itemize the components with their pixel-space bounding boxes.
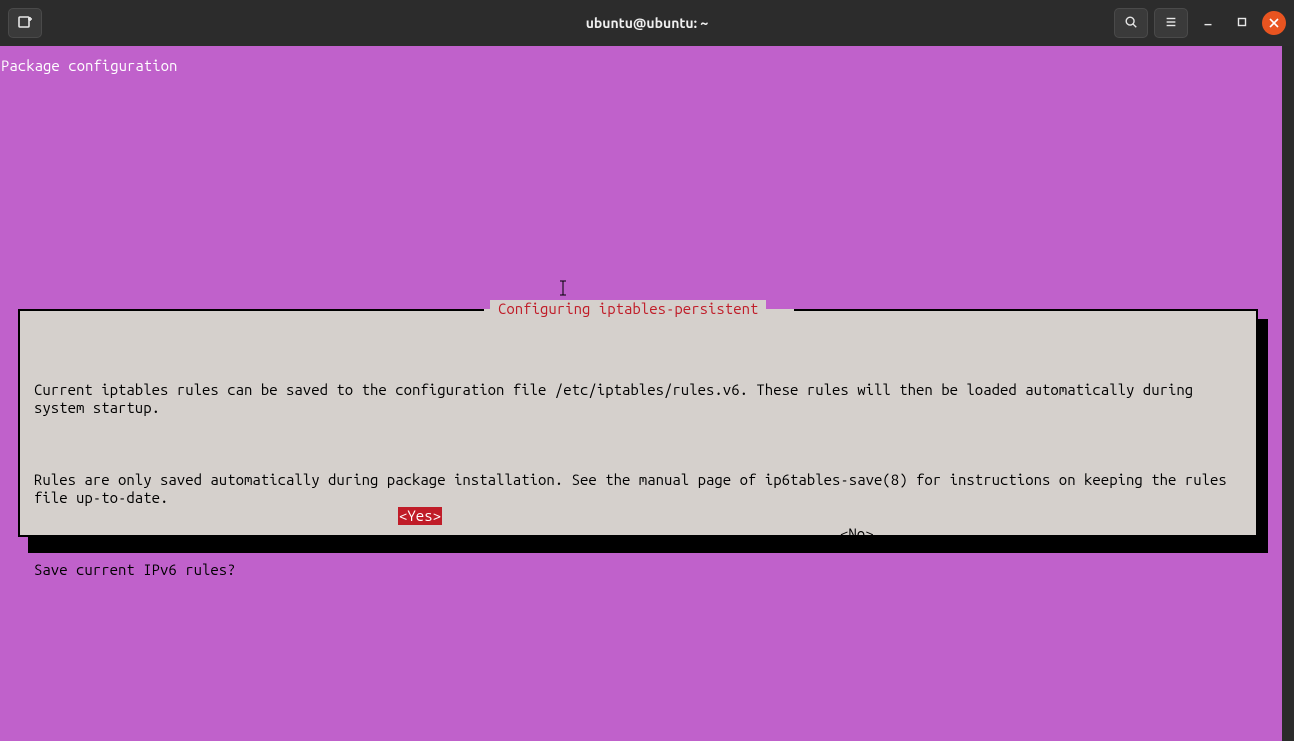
close-icon bbox=[1269, 15, 1279, 31]
terminal-viewport[interactable]: Package configuration Configuring iptabl… bbox=[0, 46, 1294, 741]
maximize-icon bbox=[1235, 15, 1249, 32]
search-button[interactable] bbox=[1114, 8, 1148, 38]
menu-button[interactable] bbox=[1154, 8, 1188, 38]
dialog-title: Configuring iptables-persistent bbox=[490, 300, 766, 318]
yes-button[interactable]: <Yes> bbox=[398, 507, 442, 525]
new-tab-icon bbox=[17, 14, 33, 33]
new-tab-button[interactable] bbox=[8, 8, 42, 38]
dialog-paragraph-1: Current iptables rules can be saved to t… bbox=[34, 381, 1242, 417]
search-icon bbox=[1124, 15, 1138, 32]
maximize-button[interactable] bbox=[1228, 9, 1256, 37]
close-button[interactable] bbox=[1262, 11, 1286, 35]
titlebar: ubuntu@ubuntu: ~ bbox=[0, 0, 1294, 46]
hamburger-icon bbox=[1164, 15, 1178, 32]
minimize-icon bbox=[1201, 15, 1215, 32]
terminal-scrollbar[interactable] bbox=[1282, 46, 1294, 741]
no-button[interactable]: <No> bbox=[840, 525, 874, 543]
config-dialog: Configuring iptables-persistent Current … bbox=[18, 309, 1258, 537]
dialog-prompt: Save current IPv6 rules? bbox=[34, 561, 1242, 579]
minimize-button[interactable] bbox=[1194, 9, 1222, 37]
window-title: ubuntu@ubuntu: ~ bbox=[0, 15, 1294, 31]
package-config-header: Package configuration bbox=[1, 57, 177, 75]
dialog-buttons: <Yes> <No> bbox=[20, 489, 1256, 509]
text-cursor-icon bbox=[524, 262, 534, 278]
